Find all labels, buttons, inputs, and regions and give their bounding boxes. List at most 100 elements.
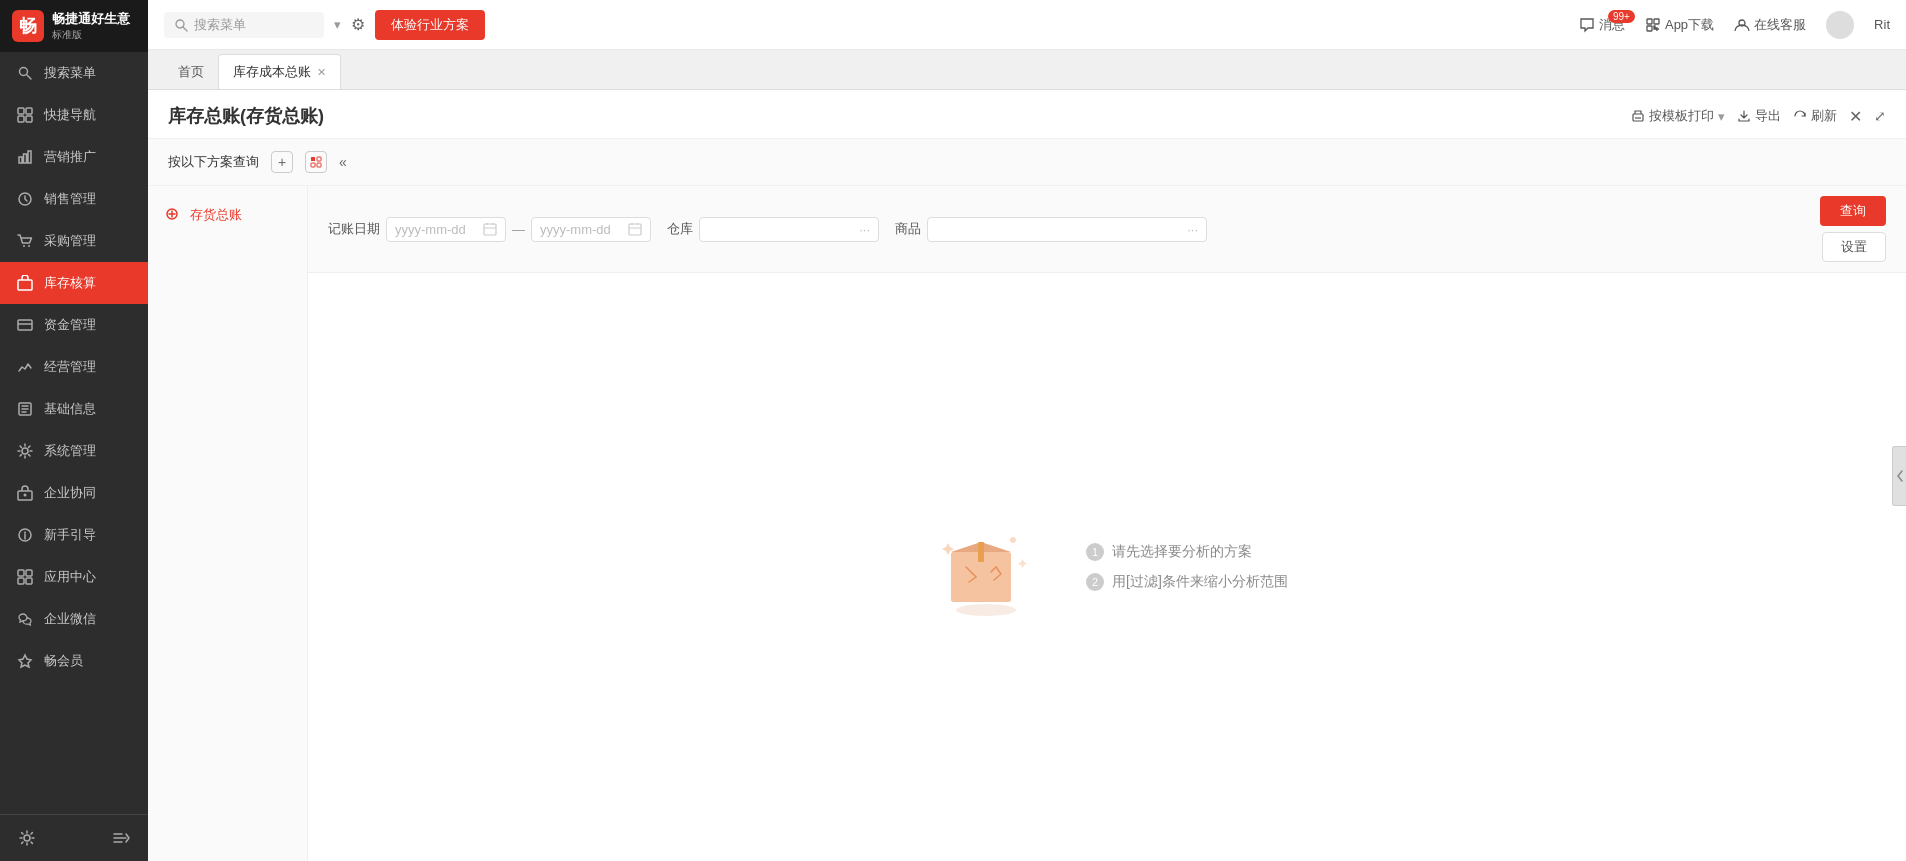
empty-tip-2: 2 用[过滤]条件来缩小分析范围 [1086, 573, 1288, 591]
expand-right-btn[interactable] [1892, 446, 1906, 506]
basic-info-icon [16, 400, 34, 418]
system-icon [16, 442, 34, 460]
tip-1-text: 请先选择要分析的方案 [1112, 543, 1252, 561]
svg-marker-20 [19, 655, 31, 667]
messages-badge: 99+ [1608, 10, 1635, 23]
trial-btn[interactable]: 体验行业方案 [375, 10, 485, 40]
sidebar-item-marketing[interactable]: 营销推广 [0, 136, 148, 178]
filter-row: 记账日期 yyyy-mm-dd — yyyy-mm-dd 仓库 [308, 186, 1906, 273]
app-center-icon [16, 568, 34, 586]
topbar-search[interactable]: 搜索菜单 [164, 12, 324, 38]
filter-add-btn[interactable]: + [271, 151, 293, 173]
sidebar-item-purchase[interactable]: 采购管理 [0, 220, 148, 262]
sidebar-item-operations[interactable]: 经营管理 [0, 346, 148, 388]
expand-panel-icon[interactable]: ⤢ [1874, 108, 1886, 124]
tip-2-num: 2 [1086, 573, 1104, 591]
sidebar-item-guide[interactable]: 新手引导 [0, 514, 148, 556]
sidebar-item-search-menu[interactable]: 搜索菜单 [0, 52, 148, 94]
filter-label: 按以下方案查询 [168, 153, 259, 171]
svg-rect-9 [18, 280, 32, 290]
close-panel-icon[interactable]: ✕ [1849, 107, 1862, 126]
svg-point-8 [28, 245, 30, 247]
member-icon [16, 652, 34, 670]
svg-line-1 [27, 75, 31, 79]
enterprise-icon [16, 484, 34, 502]
filter-settings-btn[interactable]: 设置 [1822, 232, 1886, 262]
sidebar-item-label: 应用中心 [44, 568, 96, 586]
date-from-input[interactable]: yyyy-mm-dd [386, 217, 506, 242]
calendar-to-icon [628, 222, 642, 236]
sidebar: 畅 畅捷通好生意 标准版 搜索菜单 快捷导航 营销推广 [0, 0, 148, 861]
sidebar-item-inventory[interactable]: 库存核算 [0, 262, 148, 304]
query-btn[interactable]: 查询 [1820, 196, 1886, 226]
app-logo: 畅 畅捷通好生意 标准版 [0, 0, 148, 52]
filter-action-buttons: 查询 设置 [1820, 196, 1886, 262]
finance-icon [16, 316, 34, 334]
svg-rect-31 [311, 163, 315, 167]
svg-point-12 [22, 448, 28, 454]
filter-bar: 按以下方案查询 + « [148, 139, 1906, 186]
filter-scheme-btn[interactable] [305, 151, 327, 173]
product-field-label: 商品 [895, 220, 921, 238]
app-download-btn[interactable]: App下载 [1645, 16, 1714, 34]
svg-rect-16 [18, 570, 24, 576]
tab-inventory-cost-label: 库存成本总账 [233, 63, 311, 81]
empty-tip-1: 1 请先选择要分析的方案 [1086, 543, 1288, 561]
topbar-gear-btn[interactable]: ⚙ [351, 15, 365, 34]
topbar-search-placeholder: 搜索菜单 [194, 16, 246, 34]
sidebar-item-enterprise-wx[interactable]: 企业微信 [0, 598, 148, 640]
svg-rect-35 [629, 224, 641, 235]
topbar-chevron-down-icon[interactable]: ▾ [334, 17, 341, 32]
product-more-icon: ··· [1187, 222, 1198, 237]
svg-rect-18 [18, 578, 24, 584]
tabbar: 首页 库存成本总账 ✕ [148, 50, 1906, 90]
sidebar-item-label: 系统管理 [44, 442, 96, 460]
sidebar-item-member[interactable]: 畅会员 [0, 640, 148, 682]
sidebar-item-finance[interactable]: 资金管理 [0, 304, 148, 346]
sidebar-item-basic-info[interactable]: 基础信息 [0, 388, 148, 430]
svg-rect-24 [1647, 19, 1652, 24]
tab-home[interactable]: 首页 [164, 55, 218, 89]
print-btn[interactable]: 按模板打印 ▾ [1631, 107, 1725, 125]
print-chevron-icon: ▾ [1718, 109, 1725, 124]
scheme-item-icon [164, 206, 182, 224]
brand-name: 畅捷通好生意 [52, 10, 130, 28]
export-btn[interactable]: 导出 [1737, 107, 1781, 125]
guide-icon [16, 526, 34, 544]
online-service-btn[interactable]: 在线客服 [1734, 16, 1806, 34]
settings-bottom-btn[interactable] [10, 825, 44, 851]
logo-icon: 畅 [12, 10, 44, 42]
sidebar-item-quick-nav[interactable]: 快捷导航 [0, 94, 148, 136]
sidebar-item-label: 搜索菜单 [44, 64, 96, 82]
tab-inventory-cost[interactable]: 库存成本总账 ✕ [218, 54, 341, 89]
sidebar-item-app-center[interactable]: 应用中心 [0, 556, 148, 598]
filter-collapse-btn[interactable]: « [339, 154, 347, 170]
sidebar-item-label: 基础信息 [44, 400, 96, 418]
collapse-sidebar-btn[interactable] [102, 825, 138, 851]
scheme-item-inventory-general[interactable]: 存货总账 [148, 196, 307, 234]
date-to-input[interactable]: yyyy-mm-dd [531, 217, 651, 242]
refresh-btn[interactable]: 刷新 [1793, 107, 1837, 125]
sidebar-item-enterprise[interactable]: 企业协同 [0, 472, 148, 514]
edition-label: 标准版 [52, 28, 130, 42]
print-icon [1631, 109, 1645, 123]
operations-icon [16, 358, 34, 376]
sidebar-item-sales[interactable]: 销售管理 [0, 178, 148, 220]
warehouse-select[interactable]: ··· [699, 217, 879, 242]
quick-nav-icon [16, 106, 34, 124]
sidebar-item-label: 资金管理 [44, 316, 96, 334]
svg-rect-2 [18, 108, 24, 114]
user-avatar[interactable] [1826, 11, 1854, 39]
tab-close-icon[interactable]: ✕ [317, 66, 326, 79]
topbar: 搜索菜单 ▾ ⚙ 体验行业方案 消息 99+ App下载 在线客服 Rit [148, 0, 1906, 50]
svg-rect-30 [317, 157, 321, 161]
online-service-label: 在线客服 [1754, 16, 1806, 34]
right-edge-panel [1892, 446, 1906, 506]
page-header: 库存总账(存货总账) 按模板打印 ▾ 导出 刷新 ✕ ⤢ [148, 90, 1906, 139]
sidebar-nav: 搜索菜单 快捷导航 营销推广 销售管理 采购管理 [0, 52, 148, 814]
messages-btn[interactable]: 消息 99+ [1579, 16, 1625, 34]
empty-tips: 1 请先选择要分析的方案 2 用[过滤]条件来缩小分析范围 [1086, 543, 1288, 591]
sidebar-item-system[interactable]: 系统管理 [0, 430, 148, 472]
svg-rect-34 [484, 224, 496, 235]
product-select[interactable]: ··· [927, 217, 1207, 242]
